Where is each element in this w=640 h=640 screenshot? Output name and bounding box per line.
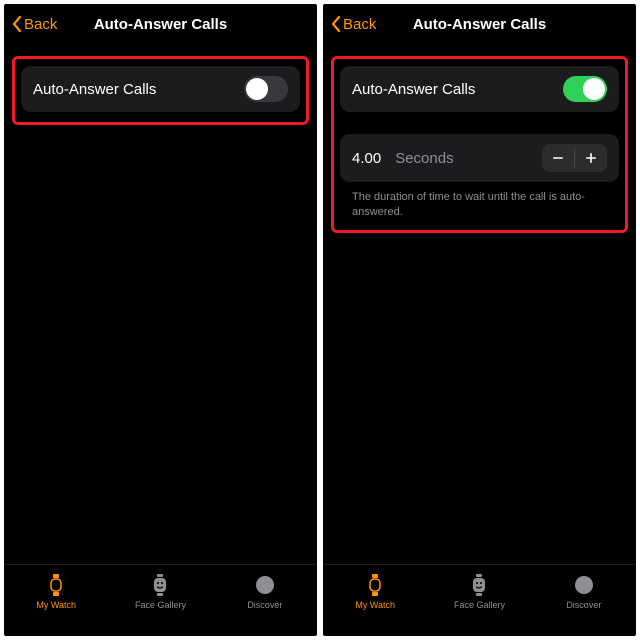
tab-bar: My Watch Face Gallery xyxy=(323,564,636,636)
compass-icon xyxy=(572,573,596,597)
tab-my-watch[interactable]: My Watch xyxy=(4,573,108,610)
stepper-plus-button[interactable] xyxy=(575,144,607,172)
toggle-knob xyxy=(583,78,605,100)
content-area: Auto-Answer Calls xyxy=(4,44,317,564)
chevron-left-icon xyxy=(331,15,341,33)
duration-unit: Seconds xyxy=(395,150,528,167)
tab-label: Discover xyxy=(566,600,601,610)
phone-right: Back Auto-Answer Calls Auto-Answer Calls… xyxy=(323,4,636,636)
face-gallery-icon xyxy=(467,573,491,597)
tab-discover[interactable]: Discover xyxy=(213,573,317,610)
stepper-minus-button[interactable] xyxy=(542,144,574,172)
duration-row: 4.00 Seconds xyxy=(340,134,619,182)
watch-icon xyxy=(363,573,387,597)
nav-bar: Back Auto-Answer Calls xyxy=(4,4,317,44)
toggle-knob xyxy=(246,78,268,100)
phone-left: Back Auto-Answer Calls Auto-Answer Calls xyxy=(4,4,317,636)
content-area: Auto-Answer Calls 4.00 Seconds xyxy=(323,44,636,564)
back-button[interactable]: Back xyxy=(331,15,376,33)
face-gallery-icon xyxy=(148,573,172,597)
highlight-box: Auto-Answer Calls 4.00 Seconds xyxy=(331,56,628,233)
plus-icon xyxy=(584,151,598,165)
auto-answer-row[interactable]: Auto-Answer Calls xyxy=(340,66,619,112)
compass-icon xyxy=(253,573,277,597)
tab-label: My Watch xyxy=(355,600,395,610)
tab-label: My Watch xyxy=(36,600,76,610)
tab-my-watch[interactable]: My Watch xyxy=(323,573,427,610)
tab-discover[interactable]: Discover xyxy=(532,573,636,610)
tab-bar: My Watch Face Gallery xyxy=(4,564,317,636)
watch-icon xyxy=(44,573,68,597)
tab-label: Face Gallery xyxy=(454,600,505,610)
back-label: Back xyxy=(343,16,376,33)
back-label: Back xyxy=(24,16,57,33)
highlight-box: Auto-Answer Calls xyxy=(12,56,309,125)
tab-label: Face Gallery xyxy=(135,600,186,610)
chevron-left-icon xyxy=(12,15,22,33)
tab-face-gallery[interactable]: Face Gallery xyxy=(427,573,531,610)
tab-face-gallery[interactable]: Face Gallery xyxy=(108,573,212,610)
auto-answer-row[interactable]: Auto-Answer Calls xyxy=(21,66,300,112)
duration-stepper xyxy=(542,144,607,172)
tab-label: Discover xyxy=(247,600,282,610)
minus-icon xyxy=(551,151,565,165)
back-button[interactable]: Back xyxy=(12,15,57,33)
duration-footer: The duration of time to wait until the c… xyxy=(340,182,619,220)
auto-answer-toggle[interactable] xyxy=(563,76,607,102)
auto-answer-label: Auto-Answer Calls xyxy=(33,81,156,98)
duration-value: 4.00 xyxy=(352,150,381,167)
nav-bar: Back Auto-Answer Calls xyxy=(323,4,636,44)
auto-answer-label: Auto-Answer Calls xyxy=(352,81,475,98)
auto-answer-toggle[interactable] xyxy=(244,76,288,102)
